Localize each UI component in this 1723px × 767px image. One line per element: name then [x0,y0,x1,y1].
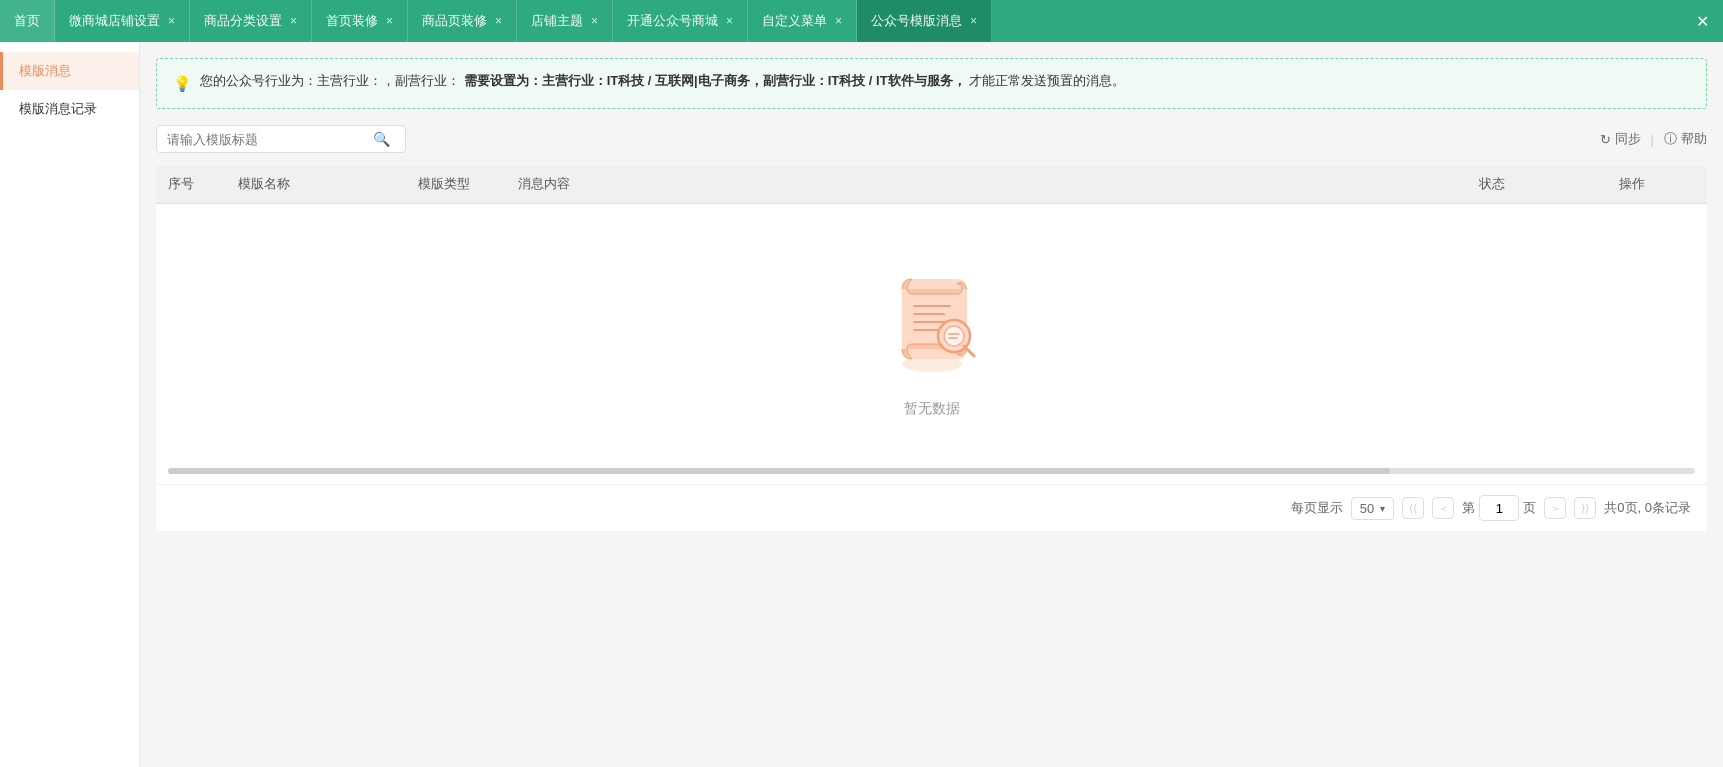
page-size-value: 50 [1360,501,1374,516]
close-all-icon: ✕ [1696,12,1709,31]
tab-product-decor-close[interactable]: × [495,14,502,28]
table-col-content: 消息内容 [506,165,1467,203]
page-size-select[interactable]: 50 ▾ [1351,497,1394,520]
tab-open-shop-close[interactable]: × [726,14,733,28]
tab-home-label: 首页 [14,12,40,30]
sidebar-item-template-msg[interactable]: 模版消息 [0,52,139,90]
empty-illustration [872,264,992,384]
tab-open-shop[interactable]: 开通公众号商城 × [613,0,748,42]
help-icon: ⓘ [1664,130,1677,148]
table-col-name: 模版名称 [226,165,406,203]
tab-product-category[interactable]: 商品分类设置 × [190,0,312,42]
sync-button[interactable]: ↻ 同步 [1600,130,1641,148]
table-header: 序号 模版名称 模版类型 消息内容 状态 操作 [156,165,1707,204]
notice-suffix: 才能正常发送预置的消息。 [969,73,1125,88]
table-col-actions: 操作 [1607,165,1707,203]
tab-product-decor[interactable]: 商品页装修 × [408,0,517,42]
page-unit: 页 [1523,499,1536,517]
notice-banner: 💡 您的公众号行业为：主营行业：，副营行业： 需要设置为：主营行业：IT科技 /… [156,58,1707,109]
last-page-button[interactable]: ⟩⟩ [1574,497,1596,519]
search-bar: 🔍 ↻ 同步 | ⓘ 帮助 [156,125,1707,153]
notice-text: 您的公众号行业为：主营行业：，副营行业： 需要设置为：主营行业：IT科技 / 互… [200,71,1125,92]
notice-prefix: 您的公众号行业为：主营行业：，副营行业： [200,73,460,88]
tab-template-msg-close[interactable]: × [970,14,977,28]
sidebar-item-template-msg-log-label: 模版消息记录 [19,101,97,116]
data-table: 序号 模版名称 模版类型 消息内容 状态 操作 [156,165,1707,531]
tab-template-msg-label: 公众号模版消息 [871,12,962,30]
page-input-group: 第 页 [1462,495,1536,521]
tab-custom-menu[interactable]: 自定义菜单 × [748,0,857,42]
search-input-wrapper[interactable]: 🔍 [156,125,406,153]
page-label: 第 [1462,499,1475,517]
tab-home[interactable]: 首页 [0,0,55,42]
horizontal-scrollbar[interactable] [156,458,1707,484]
tab-home-decor-close[interactable]: × [386,14,393,28]
main-layout: 模版消息 模版消息记录 💡 您的公众号行业为：主营行业：，副营行业： 需要设置为… [0,42,1723,767]
table-col-type: 模版类型 [406,165,506,203]
sync-icon: ↻ [1600,132,1611,147]
prev-page-button[interactable]: ＜ [1432,497,1454,519]
page-number-input[interactable] [1479,495,1519,521]
tab-wshop-settings-close[interactable]: × [168,14,175,28]
tab-custom-menu-close[interactable]: × [835,14,842,28]
tab-wshop-settings[interactable]: 微商城店铺设置 × [55,0,190,42]
empty-text: 暂无数据 [904,400,960,418]
tab-open-shop-label: 开通公众号商城 [627,12,718,30]
tab-home-decor[interactable]: 首页装修 × [312,0,408,42]
help-button[interactable]: ⓘ 帮助 [1664,130,1707,148]
tab-product-category-label: 商品分类设置 [204,12,282,30]
empty-state: 暂无数据 [156,204,1707,458]
sidebar: 模版消息 模版消息记录 [0,42,140,767]
search-icon[interactable]: 🔍 [373,131,390,147]
tab-custom-menu-label: 自定义菜单 [762,12,827,30]
pagination: 每页显示 50 ▾ ⟨⟨ ＜ 第 页 ＞ ⟩⟩ 共0页, 0条记录 [156,484,1707,531]
table-col-status: 状态 [1467,165,1607,203]
scrollbar-thumb [168,468,1390,474]
close-all-tabs-button[interactable]: ✕ [1681,0,1723,42]
table-col-index: 序号 [156,165,226,203]
tab-shop-theme[interactable]: 店铺主题 × [517,0,613,42]
svg-point-6 [944,326,964,346]
first-page-button[interactable]: ⟨⟨ [1402,497,1424,519]
sync-label: 同步 [1615,130,1641,148]
notice-highlight: 需要设置为：主营行业：IT科技 / 互联网|电子商务，副营行业：IT科技 / I… [464,73,966,88]
search-actions: ↻ 同步 | ⓘ 帮助 [1600,130,1707,148]
next-page-button[interactable]: ＞ [1544,497,1566,519]
tab-template-msg[interactable]: 公众号模版消息 × [857,0,992,42]
tab-home-decor-label: 首页装修 [326,12,378,30]
help-label: 帮助 [1681,130,1707,148]
page-size-chevron-icon: ▾ [1380,503,1385,514]
tab-product-decor-label: 商品页装修 [422,12,487,30]
search-input[interactable] [167,132,367,147]
main-content: 💡 您的公众号行业为：主营行业：，副营行业： 需要设置为：主营行业：IT科技 /… [140,42,1723,767]
tab-product-category-close[interactable]: × [290,14,297,28]
tab-shop-theme-close[interactable]: × [591,14,598,28]
action-divider: | [1651,132,1654,147]
sidebar-item-template-msg-log[interactable]: 模版消息记录 [0,90,139,128]
total-info: 共0页, 0条记录 [1604,499,1691,517]
page-size-label: 每页显示 [1291,499,1343,517]
sidebar-item-template-msg-label: 模版消息 [19,63,71,78]
tab-shop-theme-label: 店铺主题 [531,12,583,30]
notice-icon: 💡 [173,72,192,96]
tab-wshop-settings-label: 微商城店铺设置 [69,12,160,30]
scrollbar-track [168,468,1695,474]
top-nav: 首页 微商城店铺设置 × 商品分类设置 × 首页装修 × 商品页装修 × 店铺主… [0,0,1723,42]
